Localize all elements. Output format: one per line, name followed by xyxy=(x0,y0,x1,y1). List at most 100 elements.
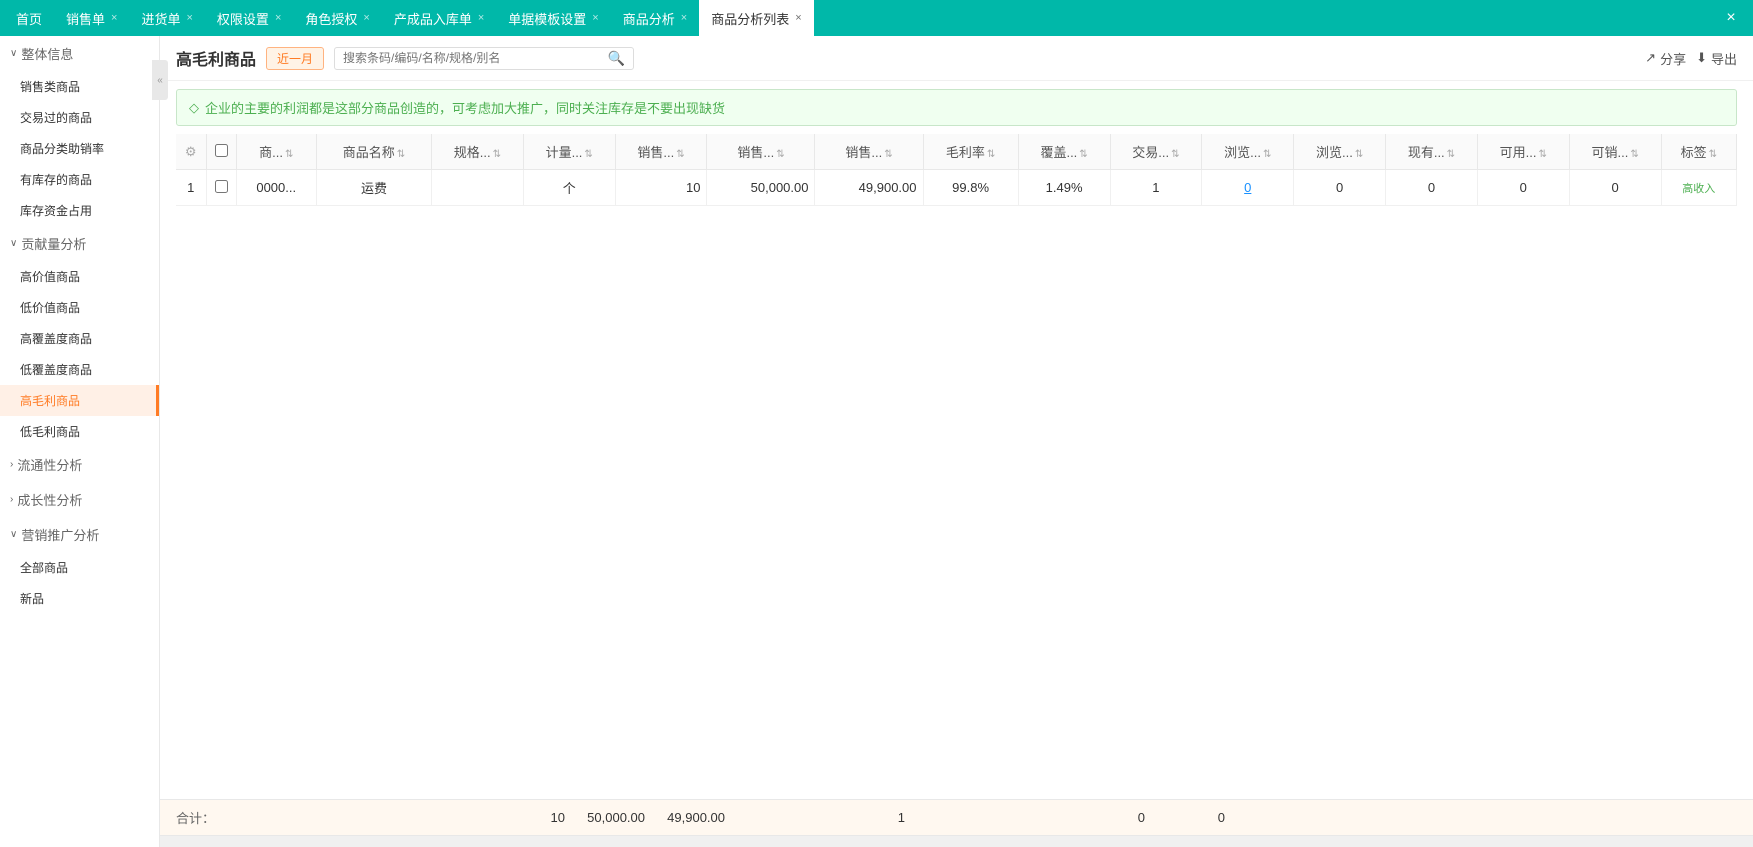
sort-icon[interactable]: ⇅ xyxy=(1079,149,1087,160)
col-header-saleable[interactable]: 可销...⇅ xyxy=(1569,134,1661,170)
sidebar-item-库存资金占用[interactable]: 库存资金占用 xyxy=(0,195,159,226)
nav-close-icon[interactable]: × xyxy=(363,12,369,24)
row-checkbox[interactable] xyxy=(215,180,228,193)
nav-item-角色授权[interactable]: 角色授权× xyxy=(293,0,381,36)
sidebar-item-有库存的商品[interactable]: 有库存的商品 xyxy=(0,164,159,195)
share-icon: ↗ xyxy=(1645,50,1656,66)
footer-spacer4 xyxy=(995,810,1075,825)
col-header-available[interactable]: 可用...⇅ xyxy=(1477,134,1569,170)
nav-item-进货单[interactable]: 进货单× xyxy=(129,0,204,36)
nav-item-产成品入库单[interactable]: 产成品入库单× xyxy=(382,0,496,36)
col-header-grossMargin[interactable]: 毛利率⇅ xyxy=(923,134,1018,170)
nav-item-权限设置[interactable]: 权限设置× xyxy=(205,0,293,36)
nav-close-icon[interactable]: × xyxy=(478,12,484,24)
sort-icon[interactable]: ⇅ xyxy=(1171,149,1179,160)
cell-browse2: 0 xyxy=(1294,170,1386,206)
content-header: 高毛利商品 近一月 🔍 ↗ 分享 ⬇ 导出 xyxy=(160,36,1753,81)
gear-icon[interactable]: ⚙ xyxy=(185,144,197,159)
sidebar-section-成长性分析[interactable]: ›成长性分析 xyxy=(0,482,159,517)
sort-icon[interactable]: ⇅ xyxy=(584,149,592,160)
col-header-saleAmt2[interactable]: 销售...⇅ xyxy=(815,134,923,170)
filter-button[interactable]: 近一月 xyxy=(266,47,324,70)
sidebar-collapse-button[interactable]: « xyxy=(152,60,168,100)
sidebar-section-整体信息[interactable]: ∨整体信息 xyxy=(0,36,159,71)
select-all-checkbox[interactable] xyxy=(215,144,228,157)
col-label: 可用... xyxy=(1500,145,1537,160)
nav-close-icon[interactable]: × xyxy=(795,12,801,24)
nav-item-商品分析列表[interactable]: 商品分析列表× xyxy=(699,0,813,36)
share-button[interactable]: ↗ 分享 xyxy=(1645,49,1686,68)
sidebar-item-高价值商品[interactable]: 高价值商品 xyxy=(0,261,159,292)
col-header-tag[interactable]: 标签⇅ xyxy=(1661,134,1736,170)
nav-close-icon[interactable]: × xyxy=(186,12,192,24)
search-icon[interactable]: 🔍 xyxy=(608,50,625,67)
sort-icon[interactable]: ⇅ xyxy=(397,149,405,160)
col-header-current[interactable]: 现有...⇅ xyxy=(1386,134,1478,170)
sort-icon[interactable]: ⇅ xyxy=(987,149,995,160)
col-header-saleQty[interactable]: 销售...⇅ xyxy=(615,134,707,170)
nav-close-icon[interactable]: × xyxy=(592,12,598,24)
sidebar-item-高覆盖度商品[interactable]: 高覆盖度商品 xyxy=(0,323,159,354)
col-header-coverage[interactable]: 覆盖...⇅ xyxy=(1018,134,1110,170)
col-label: 商品名称 xyxy=(343,145,395,160)
sort-icon[interactable]: ⇅ xyxy=(1709,149,1717,160)
col-header-checkbox[interactable] xyxy=(206,134,236,170)
sort-icon[interactable]: ⇅ xyxy=(1447,149,1455,160)
nav-item-销售单[interactable]: 销售单× xyxy=(54,0,129,36)
col-header-saleAmt[interactable]: 销售...⇅ xyxy=(707,134,815,170)
nav-item-商品分析[interactable]: 商品分析× xyxy=(611,0,699,36)
sidebar-item-全部商品[interactable]: 全部商品 xyxy=(0,552,159,583)
bottom-scrollbar[interactable] xyxy=(160,835,1753,847)
sort-icon[interactable]: ⇅ xyxy=(676,149,684,160)
cell-transaction: 1 xyxy=(1110,170,1202,206)
sort-icon[interactable]: ⇅ xyxy=(285,149,293,160)
section-arrow: ∨ xyxy=(10,238,17,249)
cell-checkbox[interactable] xyxy=(206,170,236,206)
footer-sale-qty: 10 xyxy=(495,810,575,825)
footer-label: 合计： xyxy=(176,808,215,827)
col-header-browse1[interactable]: 浏览...⇅ xyxy=(1202,134,1294,170)
sidebar-item-高毛利商品[interactable]: 高毛利商品 xyxy=(0,385,159,416)
cell-browse1[interactable]: 0 xyxy=(1202,170,1294,206)
col-label: 销售... xyxy=(737,145,774,160)
sort-icon[interactable]: ⇅ xyxy=(1539,149,1547,160)
sidebar-item-低价值商品[interactable]: 低价值商品 xyxy=(0,292,159,323)
page-title: 高毛利商品 xyxy=(176,46,256,70)
search-input[interactable] xyxy=(343,51,608,65)
footer-spacer1 xyxy=(235,810,495,825)
export-button[interactable]: ⬇ 导出 xyxy=(1696,49,1737,68)
sort-icon[interactable]: ⇅ xyxy=(1630,149,1638,160)
col-header-unit[interactable]: 计量...⇅ xyxy=(523,134,615,170)
sort-icon[interactable]: ⇅ xyxy=(493,149,501,160)
sidebar-item-交易过的商品[interactable]: 交易过的商品 xyxy=(0,102,159,133)
footer-transaction: 1 xyxy=(835,810,915,825)
section-label: 贡献量分析 xyxy=(21,234,86,253)
nav-item-单据模板设置[interactable]: 单据模板设置× xyxy=(496,0,610,36)
sidebar-section-贡献量分析[interactable]: ∨ 贡献量分析 xyxy=(0,226,159,261)
col-header-browse2[interactable]: 浏览...⇅ xyxy=(1294,134,1386,170)
sidebar-item-新品[interactable]: 新品 xyxy=(0,583,159,614)
sidebar-item-销售类商品[interactable]: 销售类商品 xyxy=(0,71,159,102)
sidebar-section-营销推广分析[interactable]: ∨营销推广分析 xyxy=(0,517,159,552)
window-close-button[interactable]: × xyxy=(1713,0,1749,36)
sort-icon[interactable]: ⇅ xyxy=(884,149,892,160)
col-header-transaction[interactable]: 交易...⇅ xyxy=(1110,134,1202,170)
col-label: 可销... xyxy=(1592,145,1629,160)
sidebar-item-低覆盖度商品[interactable]: 低覆盖度商品 xyxy=(0,354,159,385)
col-header-name[interactable]: 商品名称⇅ xyxy=(316,134,431,170)
nav-close-icon[interactable]: × xyxy=(275,12,281,24)
nav-close-icon[interactable]: × xyxy=(681,12,687,24)
col-label: 覆盖... xyxy=(1040,145,1077,160)
sort-icon[interactable]: ⇅ xyxy=(776,149,784,160)
nav-item-首页[interactable]: 首页 xyxy=(4,0,54,36)
sidebar-item-低毛利商品[interactable]: 低毛利商品 xyxy=(0,416,159,447)
col-header-code[interactable]: 商...⇅ xyxy=(236,134,316,170)
sort-icon[interactable]: ⇅ xyxy=(1263,149,1271,160)
nav-close-icon[interactable]: × xyxy=(111,12,117,24)
sidebar-section-流通性分析[interactable]: ›流通性分析 xyxy=(0,447,159,482)
col-header-spec[interactable]: 规格...⇅ xyxy=(431,134,523,170)
footer-row: 合计： 10 50,000.00 49,900.00 1 0 0 xyxy=(160,799,1753,835)
col-header-gear[interactable]: ⚙ xyxy=(176,134,206,170)
sidebar-item-商品分类助销率[interactable]: 商品分类助销率 xyxy=(0,133,159,164)
sort-icon[interactable]: ⇅ xyxy=(1355,149,1363,160)
